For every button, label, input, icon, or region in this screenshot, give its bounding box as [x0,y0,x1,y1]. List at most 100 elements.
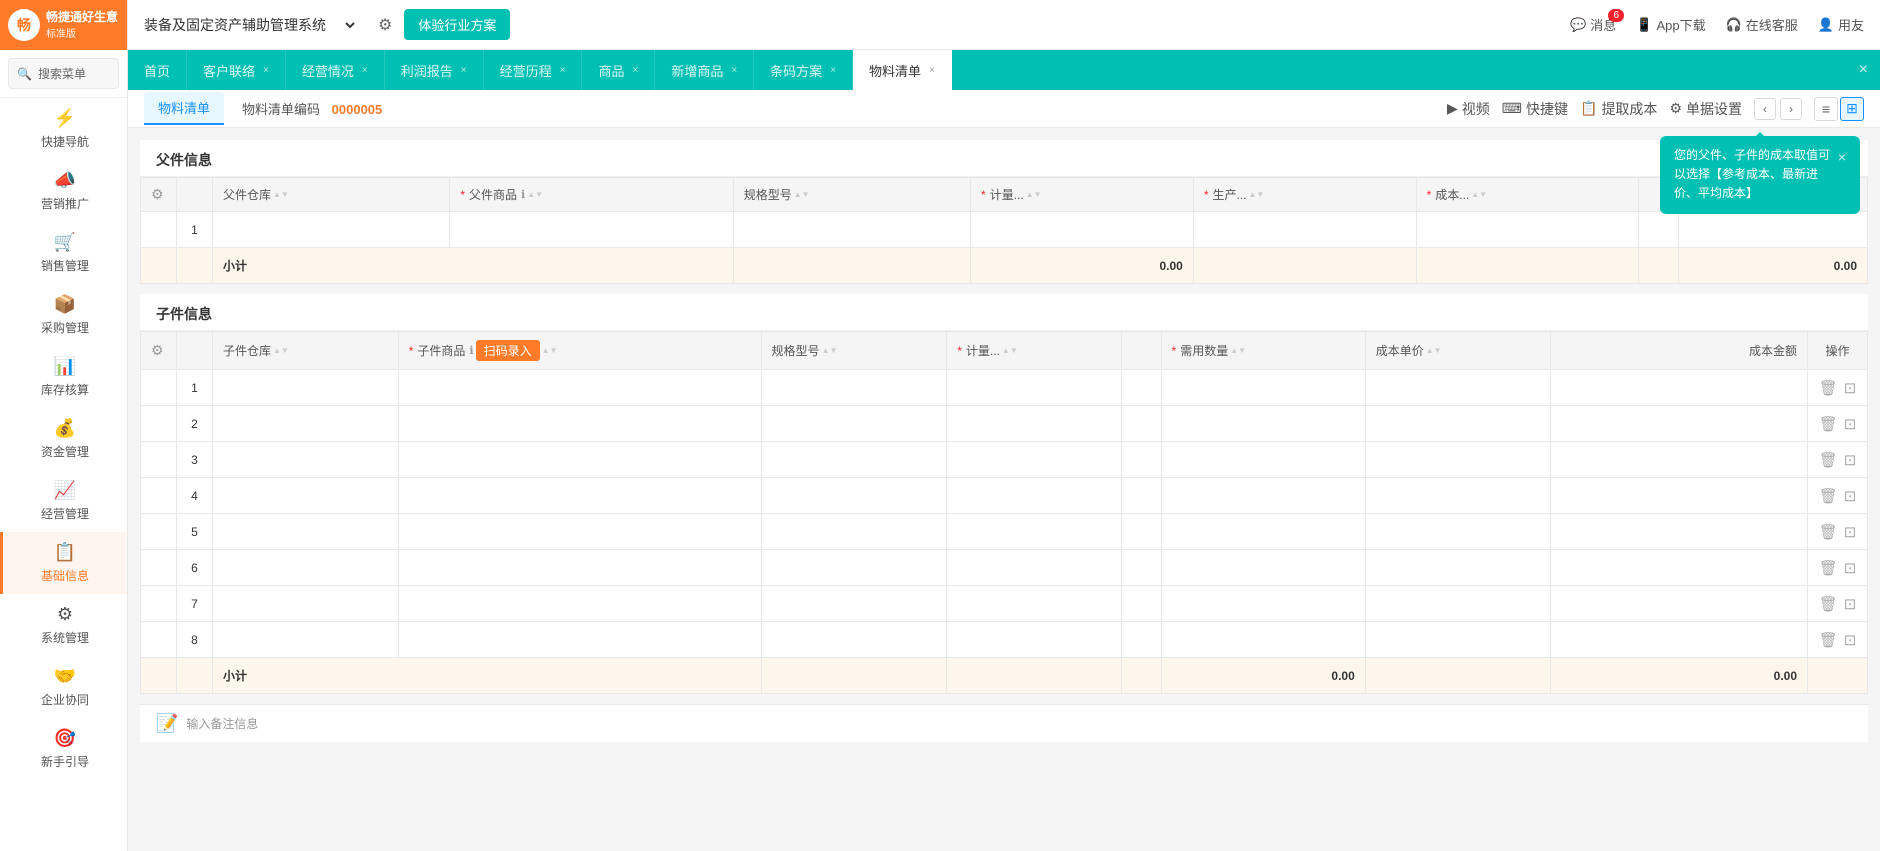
search-menu-button[interactable]: 🔍 搜索菜单 [8,58,119,89]
child-row-spec-8[interactable] [761,622,947,658]
tab-home[interactable]: 首页 [128,50,187,90]
extract-cost-action[interactable]: 📋 提取成本 [1580,99,1657,119]
parent-row-spec-1[interactable] [733,212,970,248]
tab-goods-close[interactable]: × [632,65,638,76]
child-row-qty-1[interactable] [1161,370,1365,406]
child-row-goods-1[interactable] [398,370,761,406]
sidebar-search[interactable]: 🔍 搜索菜单 [0,50,127,98]
messages-button[interactable]: 💬 消息 6 [1570,15,1616,34]
child-row-spec-3[interactable] [761,442,947,478]
child-goods-sorter[interactable]: ▲▼ [542,347,558,355]
parent-table-settings-icon[interactable]: ⚙ [151,186,164,202]
child-row-goods-5[interactable] [398,514,761,550]
child-row-qty-3[interactable] [1161,442,1365,478]
child-row-unit-4[interactable] [947,478,1121,514]
child-unit-sorter[interactable]: ▲▼ [1002,347,1018,355]
child-row-qty-2[interactable] [1161,406,1365,442]
settings-gear-icon[interactable]: ⚙ [378,15,392,35]
tab-add-goods[interactable]: 新增商品 × [655,50,754,90]
subtab-bom-code[interactable]: 物料清单编码 0000005 [228,93,396,124]
delete-icon-8[interactable]: 🗑 [1819,631,1838,649]
child-row-unit-1[interactable] [947,370,1121,406]
video-action[interactable]: ▶ 视频 [1447,99,1490,119]
child-row-spec-5[interactable] [761,514,947,550]
child-spec-sorter[interactable]: ▲▼ [822,347,838,355]
delete-icon-5[interactable]: 🗑 [1819,523,1838,541]
tab-close-all-button[interactable]: × [1847,61,1880,79]
sidebar-item-guide[interactable]: 🎯 新手引导 [0,718,127,780]
child-row-unit-7[interactable] [947,586,1121,622]
child-row-spec-4[interactable] [761,478,947,514]
tab-bom[interactable]: 物料清单 × [853,50,952,90]
tab-operations[interactable]: 经营情况 × [286,50,385,90]
child-row-goods-4[interactable] [398,478,761,514]
user-menu[interactable]: 👤 用友 [1818,15,1864,34]
online-service-button[interactable]: 🎧 在线客服 [1726,15,1798,34]
child-row-unit-cost-3[interactable] [1365,442,1551,478]
child-row-qty-6[interactable] [1161,550,1365,586]
parent-row-unit-1[interactable] [971,212,1194,248]
tab-barcode[interactable]: 条码方案 × [754,50,853,90]
delete-icon-1[interactable]: 🗑 [1819,379,1838,397]
child-row-warehouse-3[interactable] [213,442,399,478]
child-row-warehouse-8[interactable] [213,622,399,658]
doc-settings-action[interactable]: ⚙ 单据设置 [1669,99,1742,119]
child-row-warehouse-4[interactable] [213,478,399,514]
parent-unit-sorter[interactable]: ▲▼ [1026,191,1042,199]
copy-icon-5[interactable]: ⊡ [1844,523,1857,541]
tab-bom-close[interactable]: × [929,65,935,76]
trial-button[interactable]: 体验行业方案 [404,9,510,40]
list-view-button[interactable]: ≡ [1814,97,1838,121]
parent-goods-info-icon[interactable]: ℹ [521,188,525,201]
tab-customer-close[interactable]: × [263,65,269,76]
child-unit-cost-sorter[interactable]: ▲▼ [1426,347,1442,355]
subtab-bom-list[interactable]: 物料清单 [144,92,224,125]
child-row-unit-cost-5[interactable] [1365,514,1551,550]
delete-icon-3[interactable]: 🗑 [1819,451,1838,469]
child-row-unit-cost-2[interactable] [1365,406,1551,442]
child-row-goods-8[interactable] [398,622,761,658]
delete-icon-4[interactable]: 🗑 [1819,487,1838,505]
system-select[interactable] [338,16,358,34]
sidebar-item-basic-info[interactable]: 📋 基础信息 [0,532,127,594]
copy-icon-2[interactable]: ⊡ [1844,415,1857,433]
tab-add-goods-close[interactable]: × [731,65,737,76]
child-qty-sorter[interactable]: ▲▼ [1230,347,1246,355]
app-download-button[interactable]: 📱 App下载 [1636,15,1705,34]
parent-produce-sorter[interactable]: ▲▼ [1249,191,1265,199]
scan-button[interactable]: 扫码录入 [476,340,540,361]
child-row-unit-cost-4[interactable] [1365,478,1551,514]
child-row-unit-cost-1[interactable] [1365,370,1551,406]
copy-icon-6[interactable]: ⊡ [1844,559,1857,577]
child-goods-info-icon[interactable]: ℹ [469,344,473,357]
child-row-unit-8[interactable] [947,622,1121,658]
sidebar-item-operations[interactable]: 📈 经营管理 [0,470,127,532]
child-row-warehouse-7[interactable] [213,586,399,622]
tab-customer[interactable]: 客户联络 × [187,50,286,90]
child-row-unit-cost-8[interactable] [1365,622,1551,658]
copy-icon-7[interactable]: ⊡ [1844,595,1857,613]
child-row-unit-cost-6[interactable] [1365,550,1551,586]
tab-history-close[interactable]: × [560,65,566,76]
child-row-goods-7[interactable] [398,586,761,622]
sidebar-item-finance[interactable]: 💰 资金管理 [0,408,127,470]
parent-spec-sorter[interactable]: ▲▼ [794,191,810,199]
tab-history[interactable]: 经营历程 × [484,50,583,90]
child-row-unit-cost-7[interactable] [1365,586,1551,622]
delete-icon-2[interactable]: 🗑 [1819,415,1838,433]
child-row-goods-6[interactable] [398,550,761,586]
parent-cost-sorter[interactable]: ▲▼ [1471,191,1487,199]
parent-row-produce-1[interactable] [1193,212,1416,248]
nav-next-button[interactable]: › [1780,98,1802,120]
tooltip-close-button[interactable]: × [1838,146,1846,168]
copy-icon-1[interactable]: ⊡ [1844,379,1857,397]
child-row-qty-7[interactable] [1161,586,1365,622]
nav-prev-button[interactable]: ‹ [1754,98,1776,120]
sidebar-item-marketing[interactable]: 📣 营销推广 [0,160,127,222]
child-table-settings-icon[interactable]: ⚙ [151,342,164,358]
child-row-warehouse-5[interactable] [213,514,399,550]
child-row-qty-8[interactable] [1161,622,1365,658]
tab-barcode-close[interactable]: × [830,65,836,76]
table-view-button[interactable]: ⊞ [1840,97,1864,121]
child-row-goods-2[interactable] [398,406,761,442]
